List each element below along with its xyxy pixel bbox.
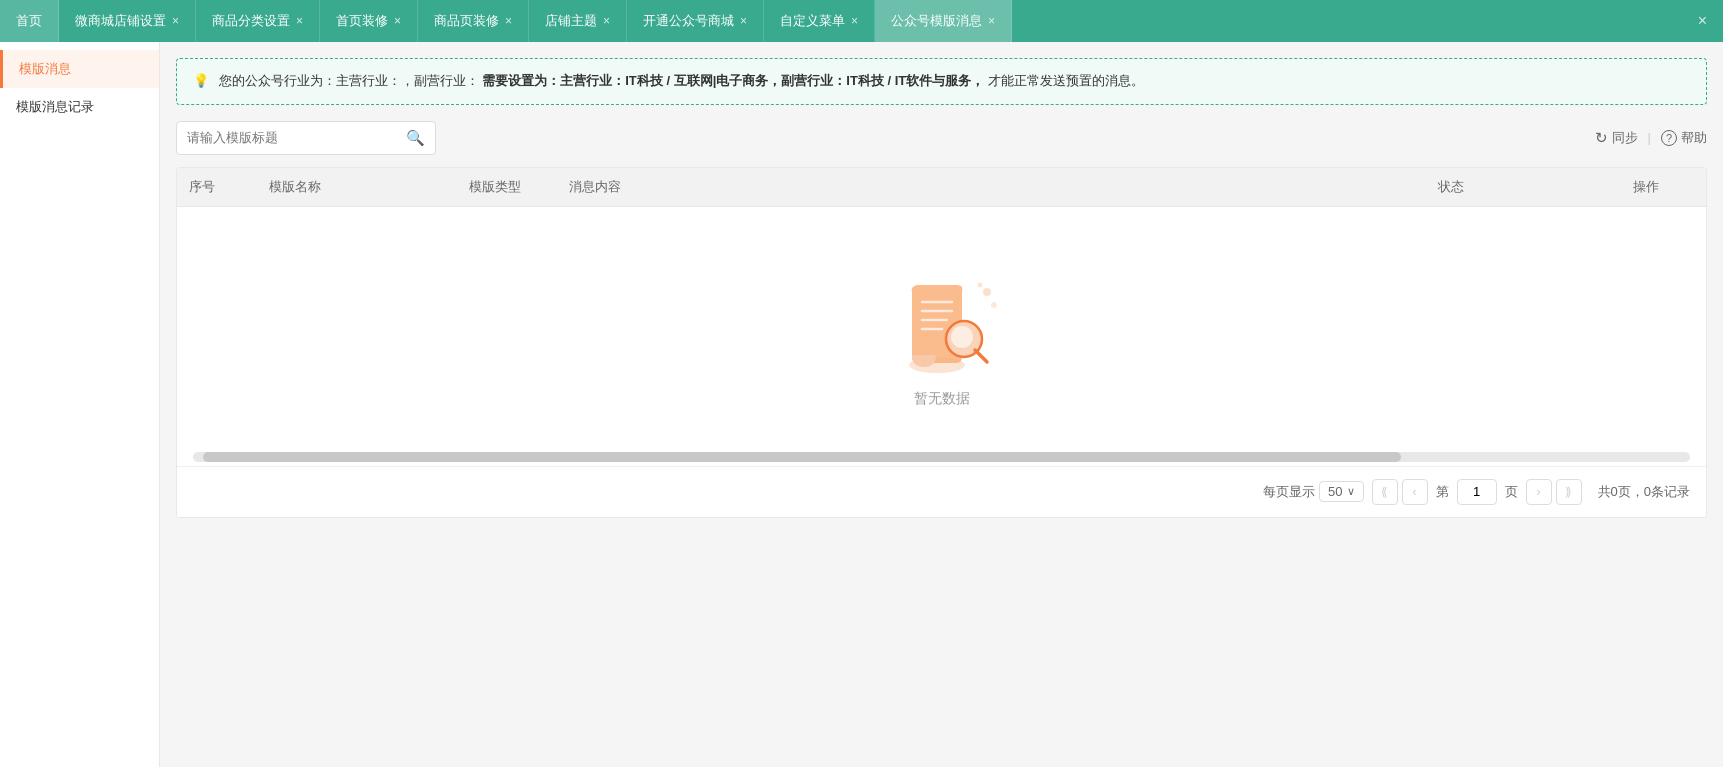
th-name: 模版名称	[257, 168, 457, 206]
close-all-button[interactable]: ×	[1682, 12, 1723, 30]
chevron-down-icon: ∨	[1347, 485, 1355, 498]
notice-box: 💡 您的公众号行业为：主营行业：，副营行业： 需要设置为：主营行业：IT科技 /…	[176, 58, 1707, 105]
tab-home[interactable]: 首页	[0, 0, 59, 42]
first-page-button[interactable]: ⟪	[1372, 479, 1398, 505]
sidebar-item-template-message-label: 模版消息	[19, 61, 71, 76]
tab-theme-close[interactable]: ×	[603, 14, 610, 28]
page-size-select: 每页显示 50 ∨	[1263, 481, 1363, 502]
scroll-track[interactable]	[193, 452, 1690, 462]
sidebar-item-template-message[interactable]: 模版消息	[0, 50, 159, 88]
th-type: 模版类型	[457, 168, 557, 206]
sidebar-item-template-message-record[interactable]: 模版消息记录	[0, 88, 159, 126]
last-page-button[interactable]: ⟫	[1556, 479, 1582, 505]
tab-weshop[interactable]: 微商城店铺设置 ×	[59, 0, 196, 42]
tab-home-label: 首页	[16, 12, 42, 30]
data-table: 序号 模版名称 模版类型 消息内容 状态 操作	[176, 167, 1707, 518]
help-icon: ?	[1661, 130, 1677, 146]
empty-illustration	[882, 267, 1002, 390]
tab-category-label: 商品分类设置	[212, 12, 290, 30]
tab-homepage[interactable]: 首页装修 ×	[320, 0, 418, 42]
th-content: 消息内容	[557, 168, 1426, 206]
search-bar: 🔍 ↻ 同步 | ? 帮助	[176, 121, 1707, 155]
tab-templatemsg[interactable]: 公众号模版消息 ×	[875, 0, 1012, 42]
search-input-wrap[interactable]: 🔍	[176, 121, 436, 155]
svg-point-6	[951, 326, 973, 348]
tab-mall-label: 开通公众号商城	[643, 12, 734, 30]
tab-category-close[interactable]: ×	[296, 14, 303, 28]
th-seq: 序号	[177, 168, 257, 206]
per-page-label: 每页显示	[1263, 483, 1315, 501]
sidebar: 模版消息 模版消息记录	[0, 42, 160, 767]
table-header: 序号 模版名称 模版类型 消息内容 状态 操作	[177, 168, 1706, 207]
tab-weshop-label: 微商城店铺设置	[75, 12, 166, 30]
top-nav: 首页 微商城店铺设置 × 商品分类设置 × 首页装修 × 商品页装修 × 店铺主…	[0, 0, 1723, 42]
notice-text1: 您的公众号行业为：主营行业：，副营行业：	[219, 73, 479, 88]
help-button[interactable]: ? 帮助	[1661, 129, 1707, 147]
help-label: 帮助	[1681, 129, 1707, 147]
tab-templatemsg-label: 公众号模版消息	[891, 12, 982, 30]
tab-custommenu[interactable]: 自定义菜单 ×	[764, 0, 875, 42]
svg-line-7	[975, 350, 987, 362]
next-page-button[interactable]: ›	[1526, 479, 1552, 505]
total-info: 共0页，0条记录	[1598, 483, 1690, 501]
sidebar-item-template-message-record-label: 模版消息记录	[16, 99, 94, 114]
tab-theme[interactable]: 店铺主题 ×	[529, 0, 627, 42]
sync-button[interactable]: ↻ 同步	[1595, 129, 1638, 147]
page-size-box[interactable]: 50 ∨	[1319, 481, 1363, 502]
tab-homepage-close[interactable]: ×	[394, 14, 401, 28]
page-nav: ⟪ ‹ 第 页 › ⟫ 共0页，0条记录	[1372, 479, 1690, 505]
prev-page-button[interactable]: ‹	[1402, 479, 1428, 505]
sync-label: 同步	[1612, 129, 1638, 147]
tab-theme-label: 店铺主题	[545, 12, 597, 30]
per-page-value: 50	[1328, 484, 1342, 499]
notice-highlight: 需要设置为：主营行业：IT科技 / 互联网|电子商务，副营行业：IT科技 / I…	[482, 73, 984, 88]
tab-mall-close[interactable]: ×	[740, 14, 747, 28]
svg-point-9	[991, 302, 997, 308]
search-icon[interactable]: 🔍	[406, 129, 425, 147]
main-content: 💡 您的公众号行业为：主营行业：，副营行业： 需要设置为：主营行业：IT科技 /…	[160, 42, 1723, 767]
notice-text2: 才能正常发送预置的消息。	[988, 73, 1144, 88]
th-action: 操作	[1586, 168, 1706, 206]
tab-productpage[interactable]: 商品页装修 ×	[418, 0, 529, 42]
sync-icon: ↻	[1595, 129, 1608, 147]
tab-productpage-label: 商品页装修	[434, 12, 499, 30]
page-label: 第	[1436, 483, 1449, 501]
svg-point-10	[977, 282, 982, 287]
tab-custommenu-close[interactable]: ×	[851, 14, 858, 28]
empty-state: 暂无数据	[177, 207, 1706, 448]
tab-weshop-close[interactable]: ×	[172, 14, 179, 28]
empty-text: 暂无数据	[914, 390, 970, 408]
notice-icon: 💡	[193, 73, 209, 88]
pagination: 每页显示 50 ∨ ⟪ ‹ 第 页 › ⟫ 共0页，0条记录	[177, 466, 1706, 517]
tab-productpage-close[interactable]: ×	[505, 14, 512, 28]
page-number-input[interactable]	[1457, 479, 1497, 505]
search-input[interactable]	[187, 130, 406, 145]
scroll-thumb	[203, 452, 1401, 462]
page-unit: 页	[1505, 483, 1518, 501]
search-actions: ↻ 同步 | ? 帮助	[1595, 129, 1707, 147]
tab-category[interactable]: 商品分类设置 ×	[196, 0, 320, 42]
tab-homepage-label: 首页装修	[336, 12, 388, 30]
divider: |	[1648, 130, 1651, 145]
th-status: 状态	[1426, 168, 1586, 206]
tab-custommenu-label: 自定义菜单	[780, 12, 845, 30]
tab-templatemsg-close[interactable]: ×	[988, 14, 995, 28]
tab-mall[interactable]: 开通公众号商城 ×	[627, 0, 764, 42]
layout: 模版消息 模版消息记录 💡 您的公众号行业为：主营行业：，副营行业： 需要设置为…	[0, 42, 1723, 767]
svg-point-8	[983, 288, 991, 296]
